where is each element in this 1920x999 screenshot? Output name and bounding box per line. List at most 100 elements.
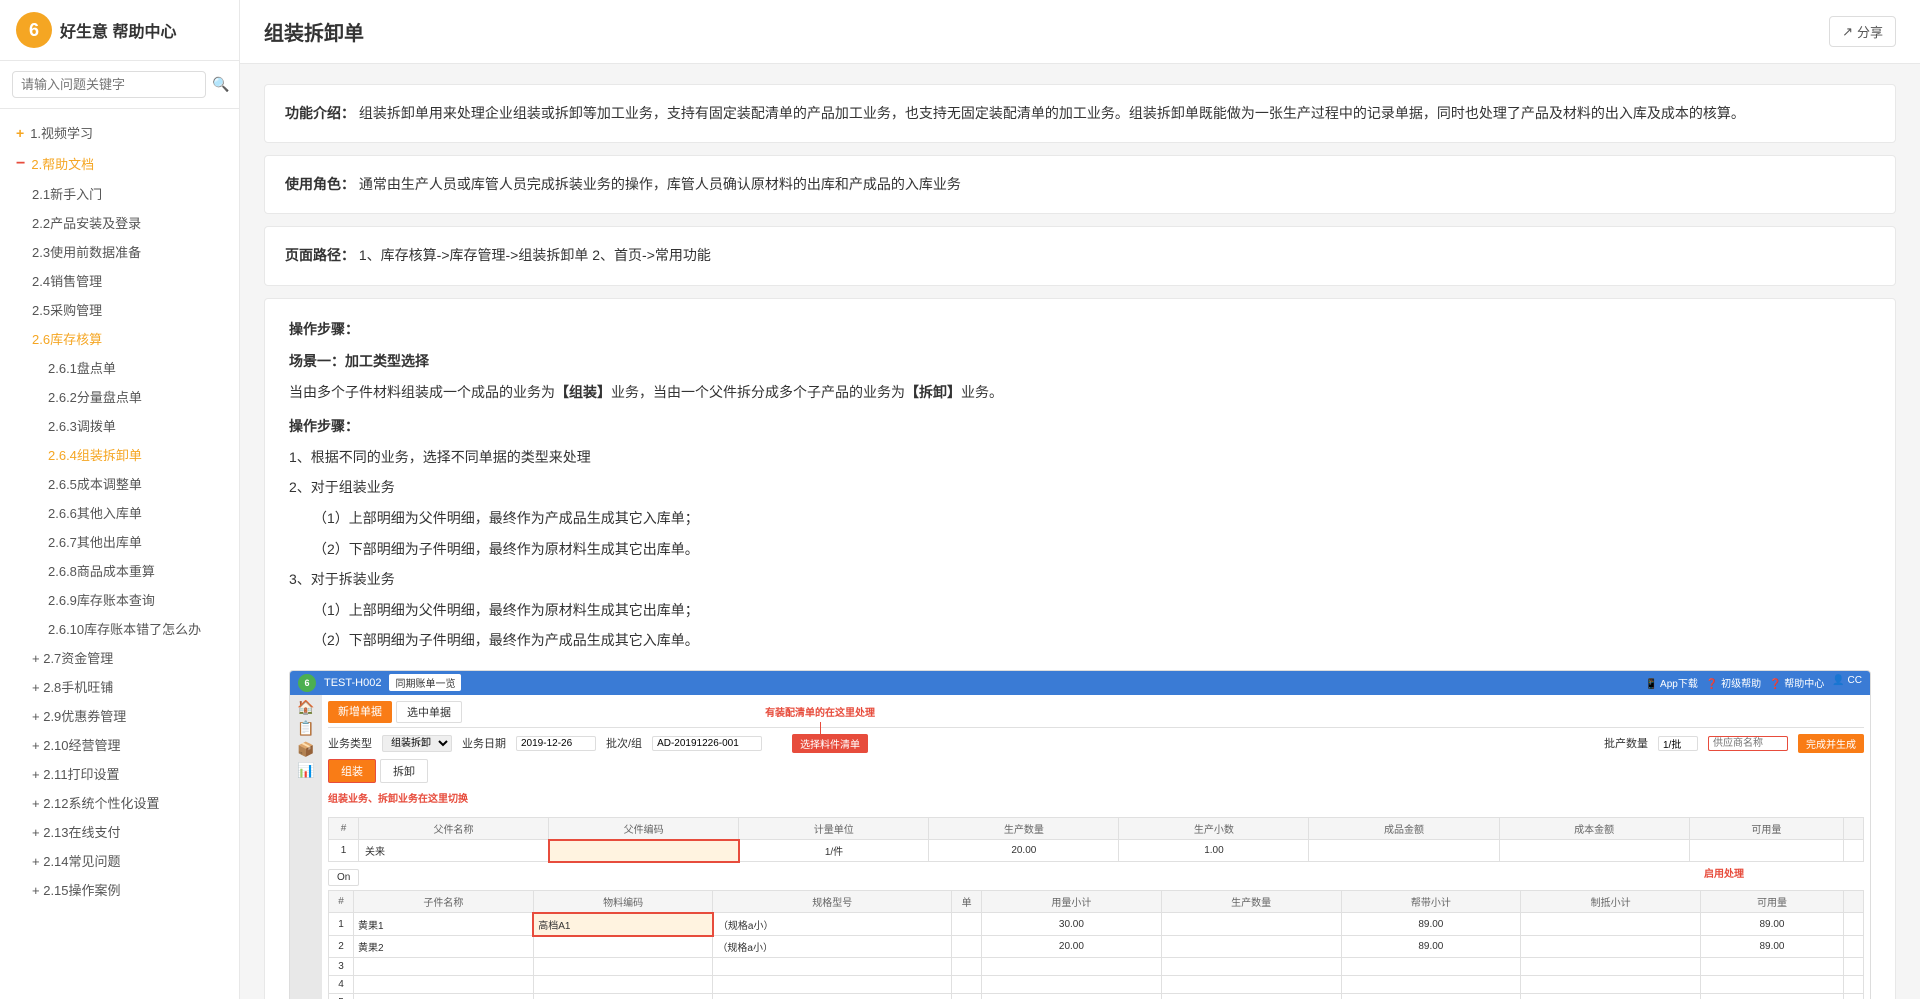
sidebar-item-cost-recalc[interactable]: 2.6.8商品成本重算	[0, 556, 239, 585]
sidebar-item-custom[interactable]: + 2.12系统个性化设置	[0, 788, 239, 817]
cell	[1700, 976, 1843, 994]
sidebar-item-print[interactable]: + 2.11打印设置	[0, 759, 239, 788]
cell	[1161, 913, 1341, 936]
sidebar-item-coupon[interactable]: + 2.9优惠券管理	[0, 701, 239, 730]
operations-title: 操作步骤：	[289, 319, 1871, 339]
form-search-input[interactable]	[1708, 736, 1788, 751]
form-date-input[interactable]	[516, 736, 596, 751]
operations-section: 操作步骤： 场景一：加工类型选择 当由多个子件材料组装成一个成品的业务为【组装】…	[264, 298, 1896, 999]
cell	[1844, 913, 1864, 936]
cell-available	[1689, 840, 1843, 862]
app-topbar-btn[interactable]: 同期账单一览	[389, 674, 461, 691]
form-type-select[interactable]: 组装拆卸	[382, 735, 452, 752]
intro-section: 功能介绍： 组装拆卸单用来处理企业组装或拆卸等加工业务，支持有固定装配清单的产品…	[264, 84, 1896, 143]
scenario1-desc: 当由多个子件材料组装成一个成品的业务为【组装】业务，当由一个父件拆分成多个子产品…	[289, 379, 1871, 406]
sidebar-item-stock-query[interactable]: 2.6.9库存账本查询	[0, 585, 239, 614]
sidebar-item-stocktake[interactable]: 2.6.1盘点单	[0, 353, 239, 382]
sidebar-item-inventory[interactable]: 2.6库存核算	[0, 324, 239, 353]
plus-icon: +	[32, 680, 40, 695]
annotation3: 启用处理	[1704, 865, 1744, 880]
col-parent-code: 父件编码	[549, 817, 739, 840]
main-content: 功能介绍： 组装拆卸单用来处理企业组装或拆卸等加工业务，支持有固定装配清单的产品…	[240, 64, 1920, 999]
cell	[713, 994, 952, 999]
cell-unit: 1/件	[739, 840, 929, 862]
app-sidebar-icon[interactable]: 📊	[297, 762, 314, 779]
sidebar-item-adjust[interactable]: 2.6.3调拨单	[0, 411, 239, 440]
sidebar-item-cost-adjust[interactable]: 2.6.5成本调整单	[0, 469, 239, 498]
cell	[1161, 994, 1341, 999]
sidebar-item-docs[interactable]: − 2.帮助文档	[0, 148, 239, 179]
page-header: 组装拆卸单 ↗ 分享	[240, 0, 1920, 64]
sidebar-item-faq[interactable]: + 2.14常见问题	[0, 846, 239, 875]
cell: 89.00	[1341, 936, 1521, 958]
cell	[952, 994, 982, 999]
col-child-name: 子件名称	[354, 890, 534, 913]
sidebar-item-sales[interactable]: 2.4销售管理	[0, 266, 239, 295]
plus-icon: +	[32, 883, 40, 898]
btn-confirm[interactable]: 完成并生成	[1798, 734, 1864, 753]
sidebar-item-label: 2.9优惠券管理	[43, 709, 126, 724]
sidebar-item-purchase[interactable]: 2.5采购管理	[0, 295, 239, 324]
sidebar-item-newbie[interactable]: 2.1新手入门	[0, 179, 239, 208]
cell	[354, 958, 534, 976]
logo-icon: 6	[16, 12, 52, 48]
search-icon[interactable]: 🔍	[212, 76, 229, 93]
share-button[interactable]: ↗ 分享	[1829, 16, 1896, 47]
app-sidebar-icon[interactable]: 🏠	[297, 699, 314, 716]
app-tab-new[interactable]: 新增单据	[328, 701, 392, 723]
col-available2: 可用量	[1700, 890, 1843, 913]
app-tab-selected[interactable]: 选中单据	[396, 701, 462, 723]
col-prod-decimal: 生产小数	[1119, 817, 1309, 840]
cell: 4	[329, 976, 354, 994]
cell: （规格a小）	[713, 936, 952, 958]
sidebar-item-other-in[interactable]: 2.6.6其他入库单	[0, 498, 239, 527]
plus-icon: +	[32, 854, 40, 869]
sidebar-item-label: 2.8手机旺铺	[43, 680, 113, 695]
sidebar-item-inventory-label: 2.6库存核算	[32, 332, 102, 347]
sidebar-item-data-prep[interactable]: 2.3使用前数据准备	[0, 237, 239, 266]
sidebar-nav: + 1.视频学习 − 2.帮助文档 2.1新手入门 2.2产品安装及登录 2.3…	[0, 109, 239, 999]
sidebar-item-online-pay[interactable]: + 2.13在线支付	[0, 817, 239, 846]
app-type-assembly[interactable]: 组装	[328, 759, 376, 783]
cell	[1341, 994, 1521, 999]
btn-select-parts[interactable]: 选择料件清单	[792, 734, 868, 753]
sidebar-item-cash[interactable]: + 2.7资金管理	[0, 643, 239, 672]
cell-product-amount	[1309, 840, 1499, 862]
form-qty-label: 批产数量	[1604, 735, 1648, 751]
form-batch-input[interactable]	[652, 736, 762, 751]
form-qty-input[interactable]	[1658, 736, 1698, 751]
search-input[interactable]	[12, 71, 206, 98]
col-offset: 制抵小计	[1521, 890, 1701, 913]
table-row: 1 黄果1 高档A1 （规格a小） 30.00 89.00	[329, 913, 1864, 936]
sidebar-item-cases[interactable]: + 2.15操作案例	[0, 875, 239, 904]
logo-area: 6 好生意 帮助中心	[0, 0, 239, 61]
cell	[533, 976, 713, 994]
sidebar-item-label: 2.13在线支付	[43, 825, 120, 840]
sidebar-item-label: 2.14常见问题	[43, 854, 120, 869]
app-type-disassembly[interactable]: 拆卸	[380, 759, 428, 783]
cell	[533, 958, 713, 976]
app-sidebar-icon[interactable]: 📦	[297, 741, 314, 758]
cell	[1521, 976, 1701, 994]
col-prod-qty: 生产数量	[929, 817, 1119, 840]
sidebar-item-stock-error[interactable]: 2.6.10库存账本错了怎么办	[0, 614, 239, 643]
sidebar-item-assembly[interactable]: 2.6.4组装拆卸单	[0, 440, 239, 469]
minus-icon: −	[16, 156, 25, 172]
col-ops	[1844, 817, 1864, 840]
cell: 黄果2	[354, 936, 534, 958]
sidebar-item-other-out[interactable]: 2.6.7其他出库单	[0, 527, 239, 556]
col-material-code: 物料编码	[533, 890, 713, 913]
cell-parent-code[interactable]	[549, 840, 739, 862]
cell[interactable]: 高档A1	[533, 913, 713, 936]
sidebar-item-partial-stocktake[interactable]: 2.6.2分量盘点单	[0, 382, 239, 411]
app-sidebar-icon[interactable]: 📋	[297, 720, 314, 737]
sidebar-item-install[interactable]: 2.2产品安装及登录	[0, 208, 239, 237]
sidebar-item-mobile[interactable]: + 2.8手机旺铺	[0, 672, 239, 701]
cell	[1161, 976, 1341, 994]
col-belt: 帮带小计	[1341, 890, 1521, 913]
logo-text: 好生意 帮助中心	[60, 18, 176, 42]
sidebar-item-video[interactable]: + 1.视频学习	[0, 117, 239, 148]
sidebar-item-operation[interactable]: + 2.10经营管理	[0, 730, 239, 759]
role-label: 使用角色：	[285, 176, 355, 192]
plus-icon: +	[32, 796, 40, 811]
